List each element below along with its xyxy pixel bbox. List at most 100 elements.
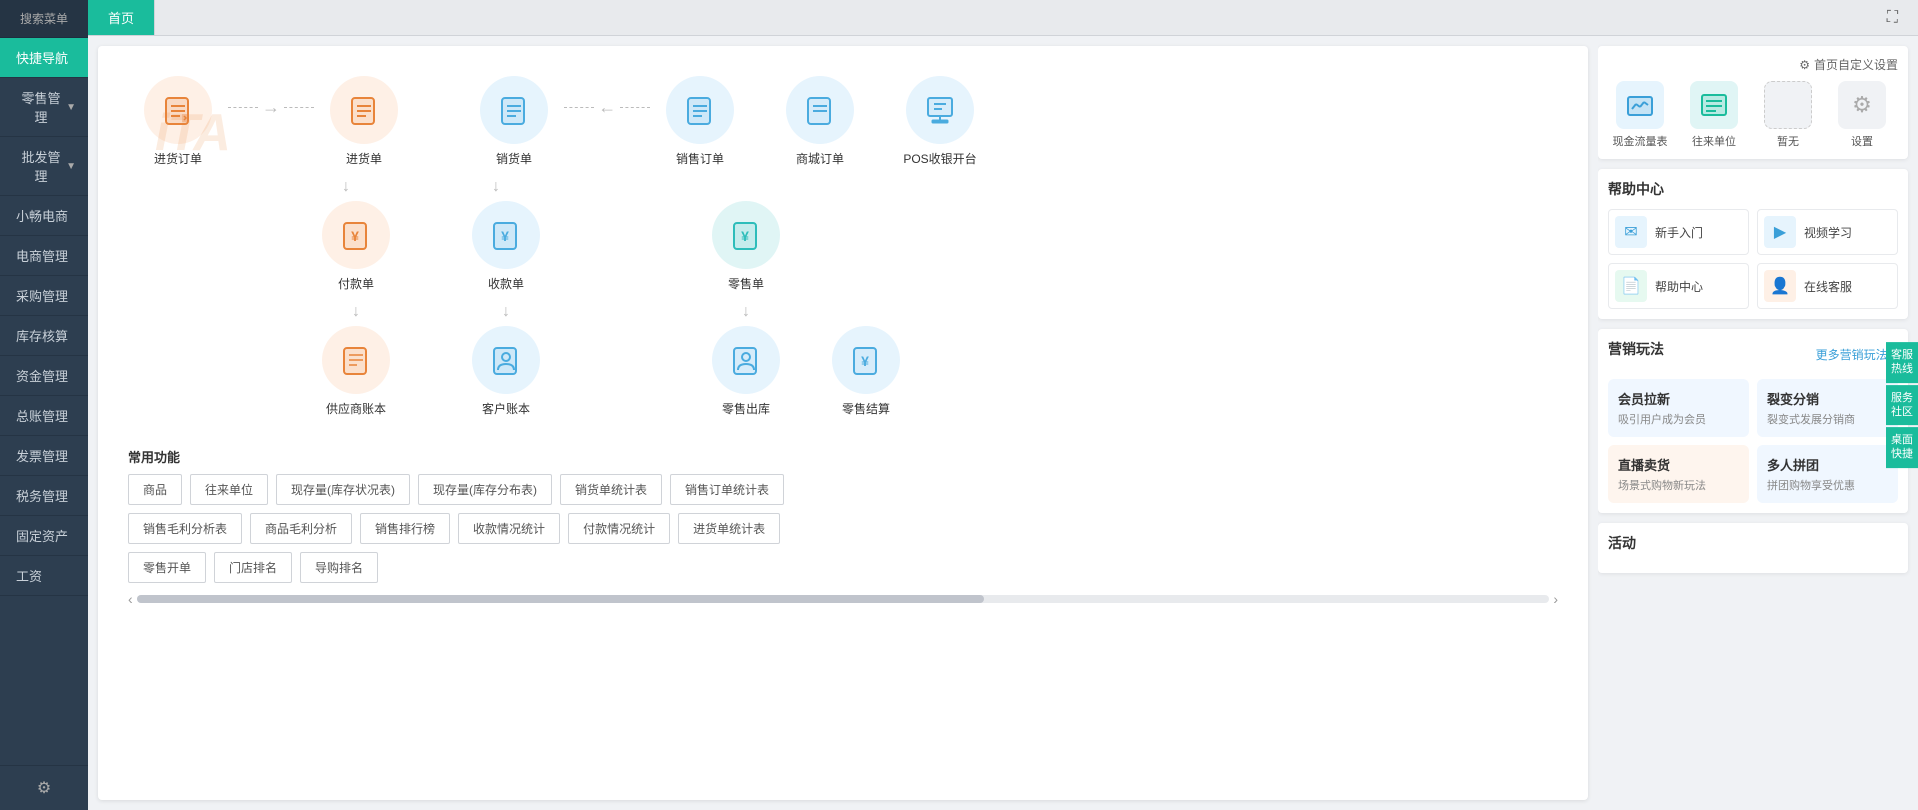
wf-node-shangchengdd[interactable]: 商城订单	[770, 76, 870, 167]
marketing-item-title: 会员拉新	[1618, 389, 1739, 408]
wf-node-jinhuo[interactable]: 进货单	[314, 76, 414, 167]
help-item-helpcenter[interactable]: 📄 帮助中心	[1608, 263, 1749, 309]
func-btn-receipt-stat[interactable]: 收款情况统计	[458, 513, 560, 544]
svg-text:¥: ¥	[741, 228, 749, 244]
shortcut-none[interactable]: 暂无	[1756, 81, 1820, 149]
func-btn-store-rank[interactable]: 门店排名	[214, 552, 292, 583]
common-functions: 常用功能 商品 往来单位 现存量(库存状况表) 现存量(库存分布表) 销货单统计…	[108, 437, 1578, 617]
marketing-item-title: 直播卖货	[1618, 455, 1739, 474]
sidebar-item-wholesale[interactable]: 批发管理 ▼	[0, 137, 88, 196]
chevron-down-icon: ▼	[66, 102, 76, 113]
item-label: 资金管理	[16, 366, 68, 385]
func-btn-guide-rank[interactable]: 导购排名	[300, 552, 378, 583]
marketing-group[interactable]: 多人拼团 拼团购物享受优惠	[1757, 445, 1898, 503]
marketing-item-title: 多人拼团	[1767, 455, 1888, 474]
fukuan-icon: ¥	[322, 201, 390, 269]
scroll-left-icon[interactable]: ‹	[128, 591, 133, 607]
wf-node-xiaohuo[interactable]: 销货单	[464, 76, 564, 167]
func-btn-purchase-stat[interactable]: 进货单统计表	[678, 513, 780, 544]
chevron-down-icon: ▼	[66, 161, 76, 172]
wf-node-pos[interactable]: POS收银开台	[890, 76, 990, 167]
wf-node-shoukuan[interactable]: ¥ 收款单	[456, 201, 556, 292]
func-btn-sales-stat[interactable]: 销货单统计表	[560, 474, 662, 505]
sidebar-item-finance[interactable]: 资金管理	[0, 356, 88, 396]
sidebar-item-quick-nav[interactable]: 快捷导航	[0, 38, 88, 78]
func-grid-2: 销售毛利分析表 商品毛利分析 销售排行榜 收款情况统计 付款情况统计 进货单统计…	[128, 513, 1558, 544]
wf-node-xiaoshoudd[interactable]: 销售订单	[650, 76, 750, 167]
wf-node-kehu[interactable]: 客户账本	[456, 326, 556, 417]
marketing-title: 营销玩法	[1608, 339, 1664, 359]
marketing-live[interactable]: 直播卖货 场景式购物新玩法	[1608, 445, 1749, 503]
func-btn-retail-order[interactable]: 零售开单	[128, 552, 206, 583]
func-btn-goods-profit[interactable]: 商品毛利分析	[250, 513, 352, 544]
help-label: 新手入门	[1655, 224, 1703, 241]
func-btn-payment-stat[interactable]: 付款情况统计	[568, 513, 670, 544]
func-grid-3: 零售开单 门店排名 导购排名	[128, 552, 1558, 583]
func-btn-stock1[interactable]: 现存量(库存状况表)	[276, 474, 410, 505]
tab-home[interactable]: 首页	[88, 0, 155, 35]
expand-icon[interactable]: ⛶	[1877, 3, 1908, 32]
shortcut-cashflow[interactable]: 现金流量表	[1608, 81, 1672, 149]
sidebar-search[interactable]: 搜索菜单	[0, 0, 88, 38]
wf-node-lingshou[interactable]: ¥ 零售单	[696, 201, 796, 292]
sidebar-bottom: ⚙	[0, 765, 88, 810]
sidebar-item-ledger[interactable]: 总账管理	[0, 396, 88, 436]
wf-node-fukuan[interactable]: ¥ 付款单	[306, 201, 406, 292]
arrow-line	[620, 107, 650, 108]
help-title: 帮助中心	[1608, 179, 1898, 199]
activity-section: 活动	[1598, 523, 1908, 573]
help-item-chat[interactable]: 👤 在线客服	[1757, 263, 1898, 309]
sidebar-item-salary[interactable]: 工资	[0, 556, 88, 596]
shortcuts-setting-label[interactable]: 首页自定义设置	[1814, 56, 1898, 73]
func-grid-1: 商品 往来单位 现存量(库存状况表) 现存量(库存分布表) 销货单统计表 销售订…	[128, 474, 1558, 505]
settings-gear-icon[interactable]: ⚙	[0, 766, 88, 810]
func-btn-sales-order-stat[interactable]: 销售订单统计表	[670, 474, 784, 505]
func-btn-goods[interactable]: 商品	[128, 474, 182, 505]
marketing-item-title: 裂变分销	[1767, 389, 1888, 408]
help-label: 帮助中心	[1655, 278, 1703, 295]
marketing-header: 营销玩法 更多营销玩法 >	[1608, 339, 1898, 369]
func-btn-stock2[interactable]: 现存量(库存分布表)	[418, 474, 552, 505]
sidebar: 搜索菜单 快捷导航 零售管理 ▼ 批发管理 ▼ 小畅电商 电商管理 采购管理 库…	[0, 0, 88, 810]
sidebar-item-tax[interactable]: 税务管理	[0, 476, 88, 516]
sidebar-item-xiaochang[interactable]: 小畅电商	[0, 196, 88, 236]
node-label: 付款单	[338, 275, 374, 292]
scroll-track	[137, 595, 1550, 603]
shortcut-label: 设置	[1851, 133, 1873, 149]
none-icon	[1764, 81, 1812, 129]
partner-icon	[1690, 81, 1738, 129]
node-label: 商城订单	[796, 150, 844, 167]
sidebar-item-retail[interactable]: 零售管理 ▼	[0, 78, 88, 137]
float-btn-support[interactable]: 客服热线	[1886, 342, 1918, 383]
sidebar-item-fixed-assets[interactable]: 固定资产	[0, 516, 88, 556]
wf-node-lingshouzhangsuan[interactable]: ¥ 零售结算	[816, 326, 916, 417]
sidebar-item-invoice[interactable]: 发票管理	[0, 436, 88, 476]
logo-text: iTA	[155, 103, 229, 163]
shortcut-settings[interactable]: ⚙ 设置	[1830, 81, 1894, 149]
scroll-right-icon[interactable]: ›	[1553, 591, 1558, 607]
shortcut-partner[interactable]: 往来单位	[1682, 81, 1746, 149]
main-area: 首页 ⛶ iTA	[88, 0, 1918, 810]
sidebar-item-ecommerce[interactable]: 电商管理	[0, 236, 88, 276]
help-item-beginner[interactable]: ✉ 新手入门	[1608, 209, 1749, 255]
float-btn-community[interactable]: 服务社区	[1886, 385, 1918, 426]
func-btn-sales-profit[interactable]: 销售毛利分析表	[128, 513, 242, 544]
sidebar-item-purchase[interactable]: 采购管理	[0, 276, 88, 316]
shoukuan-icon: ¥	[472, 201, 540, 269]
func-btn-partner[interactable]: 往来单位	[190, 474, 268, 505]
func-btn-sales-rank[interactable]: 销售排行榜	[360, 513, 450, 544]
wf-node-lingshouchuku[interactable]: 零售出库	[696, 326, 796, 417]
marketing-grid: 会员拉新 吸引用户成为会员 裂变分销 裂变式发展分销商 直播卖货 场景式购物新玩…	[1608, 379, 1898, 503]
wf-node-gongyingshang[interactable]: 供应商账本	[306, 326, 406, 417]
item-label: 库存核算	[16, 326, 68, 345]
marketing-fission[interactable]: 裂变分销 裂变式发展分销商	[1757, 379, 1898, 437]
marketing-section: 营销玩法 更多营销玩法 > 会员拉新 吸引用户成为会员 裂变分销 裂变式发展分销…	[1598, 329, 1908, 513]
help-label: 在线客服	[1804, 278, 1852, 295]
down-arrow-fukuan: ↓	[306, 302, 406, 322]
float-btn-desktop[interactable]: 桌面快捷	[1886, 427, 1918, 468]
help-item-video[interactable]: ▶ 视频学习	[1757, 209, 1898, 255]
sidebar-item-inventory[interactable]: 库存核算	[0, 316, 88, 356]
down-arrow-lingshou: ↓	[696, 302, 796, 322]
scrollbar: ‹ ›	[128, 591, 1558, 607]
marketing-member[interactable]: 会员拉新 吸引用户成为会员	[1608, 379, 1749, 437]
